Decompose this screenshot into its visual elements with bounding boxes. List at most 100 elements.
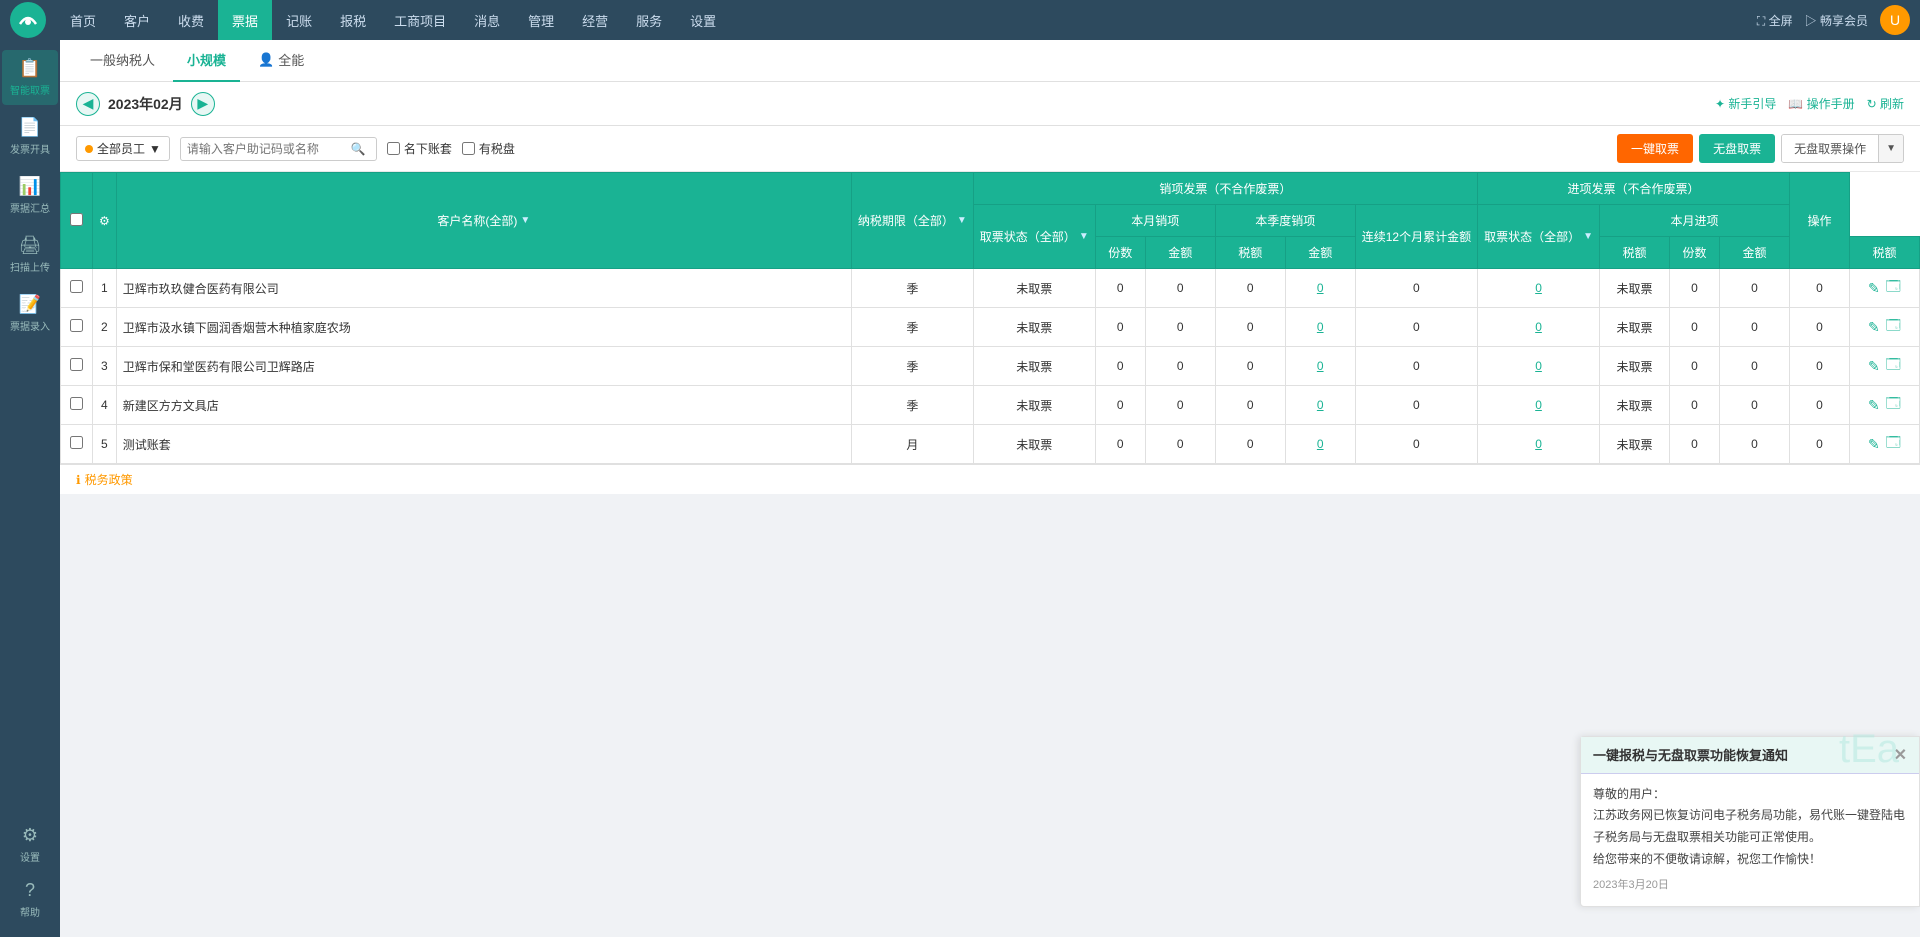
checkbox-my-accounts[interactable]: 名下账套 bbox=[387, 140, 452, 157]
sidebar-item-扫描上传[interactable]: 🖨扫描上传 bbox=[2, 227, 58, 282]
purchase-status-filter[interactable]: ▼ bbox=[1583, 231, 1593, 242]
row-checkbox[interactable] bbox=[70, 319, 83, 332]
row-purchase-status: 未取票 bbox=[1600, 425, 1670, 464]
nav-item-设置[interactable]: 设置 bbox=[676, 0, 730, 40]
one-click-ticket-btn[interactable]: 一键取票 bbox=[1617, 134, 1693, 163]
row-purchase-status: 未取票 bbox=[1600, 269, 1670, 308]
edit-action-icon[interactable]: ✎ bbox=[1868, 436, 1880, 453]
nav-item-首页[interactable]: 首页 bbox=[56, 0, 110, 40]
invoice-table: ⚙ 客户名称(全部) ▼ 纳税期限（全部） ▼ bbox=[60, 172, 1920, 464]
view-action-icon[interactable]: 🗔 bbox=[1886, 354, 1901, 378]
row-cumulative-link[interactable]: 0 bbox=[1535, 398, 1542, 412]
row-customer-name: 卫辉市玖玖健合医药有限公司 bbox=[116, 269, 851, 308]
nav-item-收费[interactable]: 收费 bbox=[164, 0, 218, 40]
row-cumulative-link[interactable]: 0 bbox=[1535, 320, 1542, 334]
no-disk-ops-arrow-btn[interactable]: ▼ bbox=[1878, 135, 1903, 162]
table-row: 3 卫辉市保和堂医药有限公司卫辉路店 季 未取票 0 0 0 0 0 0 未取票… bbox=[61, 347, 1920, 386]
staff-selector[interactable]: 全部员工 ▼ bbox=[76, 136, 170, 161]
my-accounts-label: 名下账套 bbox=[404, 140, 452, 157]
nav-items: 首页客户收费票据记账报税工商项目消息管理经营服务设置 bbox=[56, 0, 1757, 40]
sidebar-item-票据汇总[interactable]: 📊票据汇总 bbox=[2, 168, 58, 223]
sidebar-item-智能取票[interactable]: 📋智能取票 bbox=[2, 50, 58, 105]
nav-item-服务[interactable]: 服务 bbox=[622, 0, 676, 40]
row-quarter-amount-link[interactable]: 0 bbox=[1317, 359, 1324, 373]
row-tax-period: 季 bbox=[851, 386, 973, 425]
row-purchase-status: 未取票 bbox=[1600, 308, 1670, 347]
view-action-icon[interactable]: 🗔 bbox=[1886, 432, 1901, 456]
sub-tab-一般纳税人[interactable]: 一般纳税人 bbox=[76, 40, 169, 82]
checkbox-has-taxdisk[interactable]: 有税盘 bbox=[462, 140, 515, 157]
row-quarter-amount-link[interactable]: 0 bbox=[1317, 281, 1324, 295]
edit-action-icon[interactable]: ✎ bbox=[1868, 319, 1880, 336]
row-quarter-amount-link[interactable]: 0 bbox=[1317, 398, 1324, 412]
nav-item-报税[interactable]: 报税 bbox=[326, 0, 380, 40]
row-quarter-amount-link[interactable]: 0 bbox=[1317, 437, 1324, 451]
table-row: 2 卫辉市汲水镇下圆润香烟营木种植家庭农场 季 未取票 0 0 0 0 0 0 … bbox=[61, 308, 1920, 347]
avatar[interactable]: U bbox=[1880, 5, 1910, 35]
search-button[interactable]: 🔍 bbox=[347, 140, 370, 158]
nav-item-经营[interactable]: 经营 bbox=[568, 0, 622, 40]
sidebar-label: 票据录入 bbox=[10, 318, 50, 333]
sidebar-bottom-item-帮助[interactable]: ?帮助 bbox=[2, 872, 58, 927]
th-customer-name: 客户名称(全部) ▼ bbox=[116, 173, 851, 269]
refresh-btn[interactable]: ↻ 刷新 bbox=[1867, 95, 1904, 112]
notif-close-btn[interactable]: ✕ bbox=[1894, 745, 1907, 765]
no-disk-ops-main-btn[interactable]: 无盘取票操作 bbox=[1782, 135, 1878, 162]
taxperiod-filter-icon[interactable]: ▼ bbox=[957, 215, 967, 226]
nav-item-消息[interactable]: 消息 bbox=[460, 0, 514, 40]
sidebar-bottom-item-设置[interactable]: ⚙设置 bbox=[2, 817, 58, 872]
view-action-icon[interactable]: 🗔 bbox=[1886, 315, 1901, 339]
fullscreen-btn[interactable]: ⛶ 全屏 bbox=[1757, 12, 1793, 29]
row-sales-copies: 0 bbox=[1095, 269, 1145, 308]
row-quarter-amount-link[interactable]: 0 bbox=[1317, 320, 1324, 334]
manual-btn[interactable]: 📖 操作手册 bbox=[1788, 95, 1854, 112]
settings-icon[interactable]: ⚙ bbox=[99, 214, 110, 228]
row-quarter-amount: 0 bbox=[1285, 386, 1355, 425]
th-quarter-amount: 金额 bbox=[1285, 237, 1355, 269]
row-sales-amount: 0 bbox=[1145, 347, 1215, 386]
customer-filter-icon[interactable]: ▼ bbox=[520, 215, 530, 226]
row-purchase-copies: 0 bbox=[1670, 269, 1720, 308]
row-cumulative-link[interactable]: 0 bbox=[1535, 359, 1542, 373]
view-action-icon[interactable]: 🗔 bbox=[1886, 393, 1901, 417]
sidebar-item-票据录入[interactable]: 📝票据录入 bbox=[2, 286, 58, 341]
has-taxdisk-checkbox[interactable] bbox=[462, 142, 475, 155]
my-accounts-checkbox[interactable] bbox=[387, 142, 400, 155]
edit-action-icon[interactable]: ✎ bbox=[1868, 358, 1880, 375]
row-checkbox[interactable] bbox=[70, 436, 83, 449]
row-checkbox[interactable] bbox=[70, 280, 83, 293]
edit-action-icon[interactable]: ✎ bbox=[1868, 397, 1880, 414]
row-checkbox[interactable] bbox=[70, 397, 83, 410]
row-purchase-tax: 0 bbox=[1790, 347, 1850, 386]
sales-status-filter[interactable]: ▼ bbox=[1079, 231, 1089, 242]
nav-item-客户[interactable]: 客户 bbox=[110, 0, 164, 40]
logo[interactable] bbox=[10, 2, 46, 38]
nav-item-管理[interactable]: 管理 bbox=[514, 0, 568, 40]
row-actions: ✎ 🗔 bbox=[1850, 308, 1920, 347]
row-quarter-tax: 0 bbox=[1355, 425, 1477, 464]
vip-btn[interactable]: ▷ 畅享会员 bbox=[1805, 12, 1868, 29]
select-all-checkbox[interactable] bbox=[70, 213, 83, 226]
nav-item-工商项目[interactable]: 工商项目 bbox=[380, 0, 460, 40]
row-cumulative-link[interactable]: 0 bbox=[1535, 437, 1542, 451]
sidebar-item-发票开具[interactable]: 📄发票开具 bbox=[2, 109, 58, 164]
search-input[interactable] bbox=[187, 142, 347, 156]
next-period-btn[interactable]: ▶ bbox=[191, 92, 215, 116]
period-label: 2023年02月 bbox=[108, 94, 183, 114]
sub-tab-小规模[interactable]: 小规模 bbox=[173, 40, 240, 82]
toolbar-row: 全部员工 ▼ 🔍 名下账套 有税盘 一键取票 无盘取票 无盘取票操作 ▼ bbox=[60, 126, 1920, 172]
view-action-icon[interactable]: 🗔 bbox=[1886, 276, 1901, 300]
edit-action-icon[interactable]: ✎ bbox=[1868, 280, 1880, 297]
nav-item-记账[interactable]: 记账 bbox=[272, 0, 326, 40]
row-checkbox-cell bbox=[61, 269, 93, 308]
sub-tab-全能[interactable]: 👤全能 bbox=[244, 40, 318, 82]
row-cumulative-link[interactable]: 0 bbox=[1535, 281, 1542, 295]
new-guide-btn[interactable]: ✦ 新手引导 bbox=[1715, 95, 1776, 112]
no-disk-ticket-btn[interactable]: 无盘取票 bbox=[1699, 134, 1775, 163]
row-checkbox[interactable] bbox=[70, 358, 83, 371]
nav-item-票据[interactable]: 票据 bbox=[218, 0, 272, 40]
tax-policy-bar[interactable]: ℹ 税务政策 bbox=[60, 464, 1920, 494]
prev-period-btn[interactable]: ◀ bbox=[76, 92, 100, 116]
row-sales-status: 未取票 bbox=[973, 347, 1095, 386]
row-sales-copies: 0 bbox=[1095, 386, 1145, 425]
